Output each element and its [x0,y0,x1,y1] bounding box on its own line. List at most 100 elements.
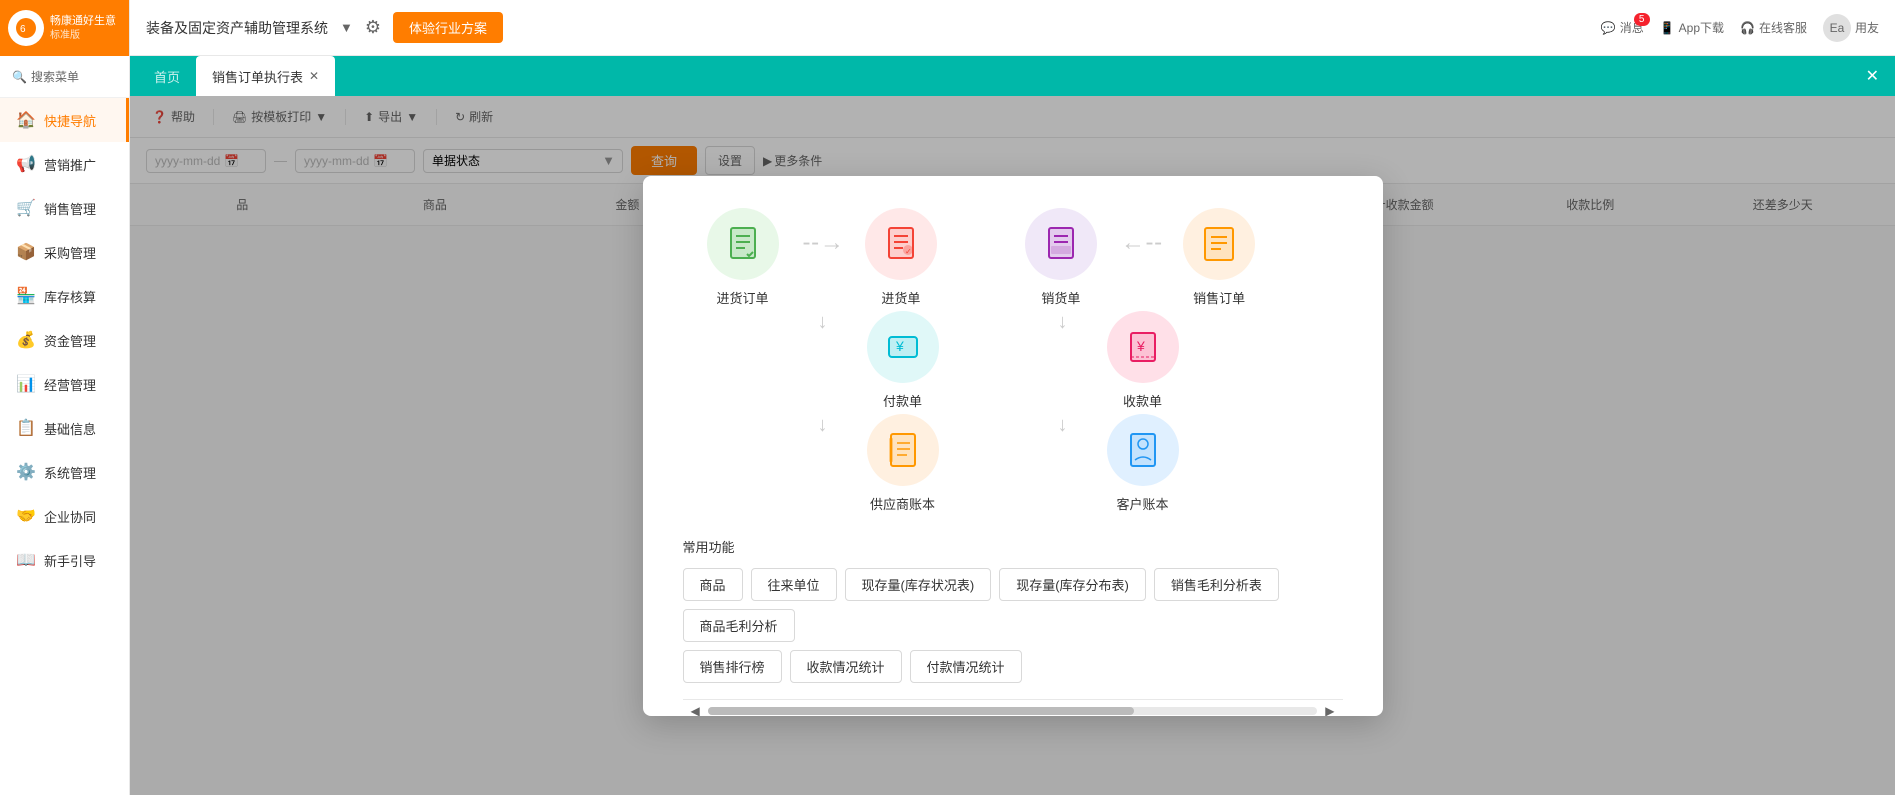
avatar: Ea [1823,14,1851,42]
sidebar-logo: 6 畅康通好生意 标准版 [0,0,129,56]
headset-icon: 🎧 [1740,21,1755,35]
trial-button[interactable]: 体验行业方案 [393,12,503,43]
arrow-down-receipt: ↓ [1043,414,1083,437]
scroll-left-arrow[interactable]: ◀ [691,704,700,716]
user-action[interactable]: Ea 用友 [1823,14,1879,42]
sidebar-item-operations[interactable]: 📊 经营管理 [0,362,129,406]
sales-bill-label: 销货单 [1041,288,1080,307]
logo-icon: 6 [8,10,44,46]
func-btn-sales-profit[interactable]: 销售毛利分析表 [1154,568,1279,601]
payment-bill-label: 付款单 [883,391,922,410]
sales-icon: 🛒 [16,198,36,218]
svg-text:✓: ✓ [905,247,912,256]
tab-close-icon[interactable]: ✕ [309,69,319,83]
flow-diagram: 进货订单 - - → [683,208,1343,513]
common-func-title: 常用功能 [683,537,1343,556]
sales-order-node[interactable] [1183,208,1255,280]
search-icon: 🔍 [12,70,27,84]
enterprise-icon: 🤝 [16,506,36,526]
marketing-icon: 📢 [16,154,36,174]
basic-info-icon: 📋 [16,418,36,438]
arrow-down-payment: ↓ [803,414,843,437]
sidebar-item-marketing[interactable]: 📢 营销推广 [0,142,129,186]
topbar-actions: 💬 消息 5 📱 App下载 🎧 在线客服 Ea 用友 [1601,14,1879,42]
flow-row-1: 进货订单 - - → [683,208,1343,307]
purchase-bill-node[interactable]: ✓ [865,208,937,280]
sidebar-item-quick-nav[interactable]: 🏠 快捷导航 [0,98,129,142]
svg-text:¥: ¥ [895,338,904,354]
flow-customer-ledger: 客户账本 [1083,414,1203,513]
flow-modal: 进货订单 - - → [643,176,1383,716]
tab-sales-exec[interactable]: 销售订单执行表 ✕ [196,56,335,96]
scroll-thumb[interactable] [708,707,1135,715]
flow-row-3: ↓ [683,414,1343,513]
scroll-bar-area: ◀ ▶ [683,699,1343,716]
sidebar-item-inventory[interactable]: 🏪 库存核算 [0,274,129,318]
message-badge: 5 [1634,13,1650,26]
flow-purchase-bill: ✓ 进货单 [841,208,961,307]
arrow-po-to-pb: - - → [803,229,841,285]
flow-sales-bill: 销货单 [1001,208,1121,307]
operations-icon: 📊 [16,374,36,394]
newbie-icon: 📖 [16,550,36,570]
topbar-dropdown-arrow[interactable]: ▼ [340,20,353,35]
sidebar-item-purchase[interactable]: 📦 采购管理 [0,230,129,274]
flow-receipt-bill: ¥ 收款单 [1083,311,1203,410]
flow-purchase-order: 进货订单 [683,208,803,307]
func-btn-stock-dist[interactable]: 现存量(库存分布表) [999,568,1146,601]
func-btn-contacts[interactable]: 往来单位 [751,568,837,601]
arrow-down-sb: ↓ [1043,311,1083,334]
sidebar-item-basic-info[interactable]: 📋 基础信息 [0,406,129,450]
supplier-ledger-node[interactable] [867,414,939,486]
common-functions: 常用功能 商品 往来单位 现存量(库存状况表) 现存量(库存分布表) 销售毛利分… [683,537,1343,683]
modal-overlay[interactable]: 进货订单 - - → [130,96,1895,795]
sidebar-nav: 🏠 快捷导航 📢 营销推广 🛒 销售管理 📦 采购管理 🏪 库存核算 💰 [0,98,129,795]
sales-bill-node[interactable] [1025,208,1097,280]
app-download-icon: 📱 [1660,21,1675,35]
message-action[interactable]: 💬 消息 5 [1601,19,1644,36]
sidebar-item-system[interactable]: ⚙️ 系统管理 [0,450,129,494]
purchase-bill-label: 进货单 [881,288,920,307]
func-btn-payment-stats[interactable]: 付款情况统计 [910,650,1022,683]
func-btn-product-profit[interactable]: 商品毛利分析 [683,609,795,642]
sidebar-item-newbie[interactable]: 📖 新手引导 [0,538,129,582]
func-btn-receipt-stats[interactable]: 收款情况统计 [790,650,902,683]
online-service-action[interactable]: 🎧 在线客服 [1740,19,1807,36]
receipt-bill-node[interactable]: ¥ [1107,311,1179,383]
sidebar: 6 畅康通好生意 标准版 🔍 搜索菜单 🏠 快捷导航 📢 营销推广 [0,0,130,795]
flow-sales-order: 销售订单 [1159,208,1279,307]
receipt-bill-label: 收款单 [1123,391,1162,410]
scroll-right-arrow[interactable]: ▶ [1325,704,1334,716]
svg-text:¥: ¥ [1136,338,1145,354]
purchase-order-label: 进货订单 [716,288,768,307]
customer-ledger-node[interactable] [1107,414,1179,486]
func-btn-sales-rank[interactable]: 销售排行榜 [683,650,782,683]
flow-supplier-ledger: 供应商账本 [843,414,963,513]
modal-content: 进货订单 - - → [643,176,1383,716]
home-icon: 🏠 [16,110,36,130]
sidebar-item-enterprise[interactable]: 🤝 企业协同 [0,494,129,538]
sidebar-search-area[interactable]: 🔍 搜索菜单 [0,56,129,98]
topbar-settings-icon[interactable]: ⚙ [365,17,381,38]
svg-text:6: 6 [20,24,26,35]
purchase-order-node[interactable] [707,208,779,280]
func-btn-stock-status[interactable]: 现存量(库存状况表) [845,568,992,601]
payment-bill-node[interactable]: ¥ [867,311,939,383]
flow-payment-bill: ¥ 付款单 [843,311,963,410]
scroll-track[interactable] [708,707,1318,715]
sidebar-item-finance[interactable]: 💰 资金管理 [0,318,129,362]
topbar: 装备及固定资产辅助管理系统 ▼ ⚙ 体验行业方案 💬 消息 5 📱 App下载 … [130,0,1895,56]
func-btn-product[interactable]: 商品 [683,568,743,601]
search-menu-button[interactable]: 🔍 搜索菜单 [8,64,121,89]
customer-ledger-label: 客户账本 [1116,494,1168,513]
app-download-action[interactable]: 📱 App下载 [1660,19,1724,36]
tabbar: 首页 销售订单执行表 ✕ ✕ [130,56,1895,96]
func-buttons-row-1: 商品 往来单位 现存量(库存状况表) 现存量(库存分布表) 销售毛利分析表 商品… [683,568,1343,642]
inventory-icon: 🏪 [16,286,36,306]
arrow-down-pb: ↓ [803,311,843,334]
tab-home[interactable]: 首页 [138,56,196,96]
purchase-icon: 📦 [16,242,36,262]
sidebar-item-sales[interactable]: 🛒 销售管理 [0,186,129,230]
tab-close-topbar-icon[interactable]: ✕ [1858,58,1887,94]
message-icon: 💬 [1601,21,1616,35]
